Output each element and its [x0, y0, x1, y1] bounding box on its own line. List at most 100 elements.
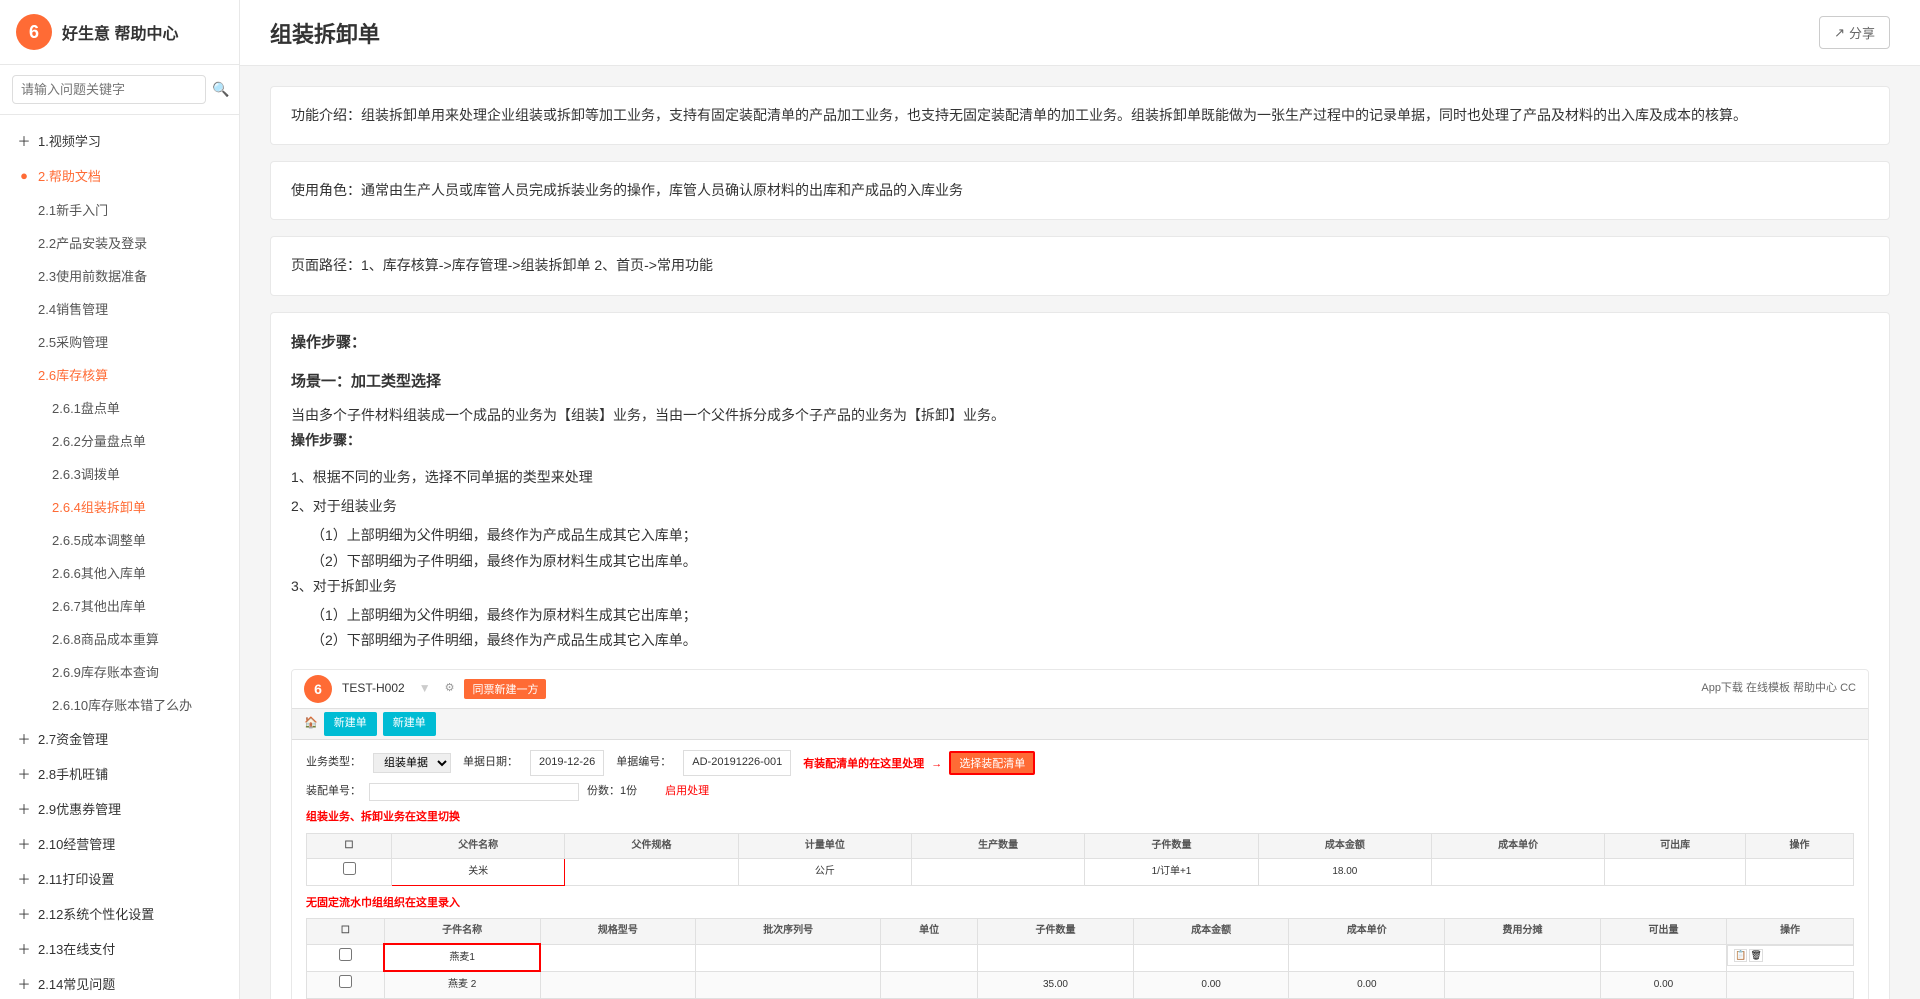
sidebar-item-goodscost[interactable]: 2.6.8商品成本重算 — [0, 622, 239, 655]
tab-new2[interactable]: 新建单 — [383, 712, 436, 736]
app-company: TEST-H002 — [342, 678, 405, 700]
expand-icon: ＋ — [16, 801, 32, 817]
search-input[interactable] — [12, 75, 206, 104]
expand-icon: ＋ — [16, 133, 32, 149]
col-cost-amt: 成本金额 — [1258, 834, 1431, 859]
app-topbar-icons: App下载 在线模板 帮助中心 CC — [1701, 679, 1856, 699]
sidebar-item-label: 2.11打印设置 — [38, 869, 114, 888]
share-button[interactable]: ↗ 分享 — [1819, 16, 1890, 49]
page-title: 组装拆卸单 — [270, 17, 380, 49]
cell-avail — [1605, 859, 1746, 886]
role-text: 使用角色：通常由生产人员或库管人员完成拆装业务的操作，库管人员确认原材料的出库和… — [291, 178, 1869, 203]
col-action: 操作 — [1745, 834, 1853, 859]
upper-table: ☐ 父件名称 父件规格 计量单位 生产数量 子件数量 成本金额 成本单价 可出库 — [306, 833, 1854, 886]
lh-spec: 规格型号 — [540, 919, 696, 945]
sidebar-item-docs[interactable]: ● 2.帮助文档 — [0, 158, 239, 193]
cell-sub-qty: 1/订单+1 — [1085, 859, 1258, 886]
sub-label: 装配单号： — [306, 782, 361, 802]
type-select[interactable]: 组装单据 拆卸单据 — [373, 753, 451, 773]
ops-block: 操作步骤： 场景一：加工类型选择 当由多个子件材料组装成一个成品的业务为【组装】… — [270, 312, 1890, 999]
sidebar-item-label: 2.8手机旺铺 — [38, 764, 108, 783]
sidebar-item-label: 1.视频学习 — [38, 131, 101, 150]
sidebar-item-finance[interactable]: ＋ 2.7资金管理 — [0, 721, 239, 756]
sidebar-item-label: 2.12系统个性化设置 — [38, 904, 154, 923]
step3-sub2: （2）下部明细为子件明细，最终作为产成品生成其它入库单。 — [291, 628, 1869, 653]
col-parent-spec: 父件规格 — [565, 834, 738, 859]
upper-table-container: ☐ 父件名称 父件规格 计量单位 生产数量 子件数量 成本金额 成本单价 可出库 — [306, 833, 1854, 886]
lh-op: 操作 — [1727, 919, 1854, 945]
sidebar-item-print[interactable]: ＋ 2.11打印设置 — [0, 861, 239, 896]
lh-batch: 批次序列号 — [696, 919, 881, 945]
intro-text: 功能介绍：组装拆卸单用来处理企业组装或拆卸等加工业务，支持有固定装配清单的产品加… — [291, 103, 1869, 128]
expand-icon: ＋ — [16, 766, 32, 782]
lh-avail: 可出量 — [1600, 919, 1726, 945]
sidebar-item-customize[interactable]: ＋ 2.12系统个性化设置 — [0, 896, 239, 931]
screenshot-preview: 6 TEST-H002 ▼ ⚙ 同票新建一方 App下载 在线模板 帮助中心 C… — [291, 669, 1869, 999]
sidebar-item-assembly[interactable]: 2.6.4组装拆卸单 — [0, 490, 239, 523]
role-block: 使用角色：通常由生产人员或库管人员完成拆装业务的操作，库管人员确认原材料的出库和… — [270, 161, 1890, 220]
scenario-desc: 当由多个子件材料组装成一个成品的业务为【组装】业务，当由一个父件拆分成多个子产品… — [291, 403, 1869, 428]
sidebar-item-partial[interactable]: 2.6.2分量盘点单 — [0, 424, 239, 457]
cell-check[interactable] — [307, 859, 392, 886]
annotation-area1: 有装配清单的在这里处理 → 选择装配清单 — [803, 751, 1035, 775]
search-icon[interactable]: 🔍 — [212, 81, 229, 98]
del-btn[interactable]: 🗑 — [1749, 949, 1762, 962]
new-record-btn[interactable]: 同票新建一方 — [464, 679, 546, 699]
expand-icon: ＋ — [16, 906, 32, 922]
sidebar-item-faq[interactable]: ＋ 2.14常见问题 — [0, 966, 239, 999]
expand-icon: ＋ — [16, 941, 32, 957]
sidebar-item-inventory[interactable]: 2.6库存核算 — [0, 358, 239, 391]
select-bom-btn[interactable]: 选择装配清单 — [949, 751, 1035, 775]
lower-table-container: ☐ 子件名称 规格型号 批次序列号 单位 子件数量 成本金额 成本单价 费用分摊 — [306, 918, 1854, 999]
sidebar-item-mobile[interactable]: ＋ 2.8手机旺铺 — [0, 756, 239, 791]
expand-icon: ＋ — [16, 871, 32, 887]
sidebar-item-otherinbound[interactable]: 2.6.6其他入库单 — [0, 556, 239, 589]
cell-parent-name: 关米 — [392, 859, 565, 886]
sidebar-item-cost[interactable]: 2.6.5成本调整单 — [0, 523, 239, 556]
ops-title: 操作步骤： — [291, 329, 1869, 356]
sidebar-item-video[interactable]: ＋ 1.视频学习 — [0, 123, 239, 158]
copy-btn[interactable]: 📋 — [1734, 949, 1747, 962]
sub-num-input[interactable] — [369, 783, 579, 801]
lh-cost-price: 成本单价 — [1289, 919, 1445, 945]
sidebar-item-transfer[interactable]: 2.6.3调拨单 — [0, 457, 239, 490]
sidebar-item-stockerror[interactable]: 2.6.10库存账本错了么办 — [0, 688, 239, 721]
sidebar-item-prepare[interactable]: 2.3使用前数据准备 — [0, 259, 239, 292]
expand-icon: ＋ — [16, 731, 32, 747]
tab-new1[interactable]: 新建单 — [324, 712, 377, 736]
annotation2-text: 启用处理 — [665, 782, 709, 802]
num2-label: 份数：1份 — [587, 782, 637, 802]
step2-sub2: （2）下部明细为子件明细，最终作为原材料生成其它出库单。 — [291, 549, 1869, 574]
lh-unit: 单位 — [881, 919, 978, 945]
sidebar-item-coupon[interactable]: ＋ 2.9优惠券管理 — [0, 791, 239, 826]
sidebar-item-label: 2.7资金管理 — [38, 729, 108, 748]
type-label: 业务类型： — [306, 753, 361, 773]
app-topbar: 6 TEST-H002 ▼ ⚙ 同票新建一方 App下载 在线模板 帮助中心 C… — [292, 670, 1868, 709]
sidebar-item-stockcheck[interactable]: 2.6.9库存账本查询 — [0, 655, 239, 688]
lh-sub-qty: 子件数量 — [978, 919, 1134, 945]
sidebar-item-stocktake[interactable]: 2.6.1盘点单 — [0, 391, 239, 424]
app-tabs: 🏠 新建单 新建单 — [292, 709, 1868, 740]
sidebar-item-otheroutbound[interactable]: 2.6.7其他出库单 — [0, 589, 239, 622]
lh-check: ☐ — [307, 919, 385, 945]
lower-row1: 燕麦1 📋🗑 — [307, 944, 1854, 971]
share-label: 分享 — [1849, 23, 1875, 42]
table-row: 关米 公斤 1/订单+1 18.00 — [307, 859, 1854, 886]
sidebar-item-payment[interactable]: ＋ 2.13在线支付 — [0, 931, 239, 966]
cell-cost-price — [1432, 859, 1605, 886]
sidebar-item-label: 2.14常见问题 — [38, 974, 115, 993]
sidebar: 6 好生意 帮助中心 🔍 ＋ 1.视频学习 ● 2.帮助文档 2.1新手入门 2… — [0, 0, 240, 999]
nav-list: ＋ 1.视频学习 ● 2.帮助文档 2.1新手入门 2.2产品安装及登录 2.3… — [0, 115, 239, 999]
annotation4-text: 无固定流水巾组组织在这里录入 — [306, 897, 460, 909]
col-cost-price: 成本单价 — [1432, 834, 1605, 859]
sidebar-item-operation[interactable]: ＋ 2.10经营管理 — [0, 826, 239, 861]
form-row1: 业务类型： 组装单据 拆卸单据 单据日期： 2019-12-26 单据编号： A… — [306, 750, 1854, 776]
sidebar-item-purchase[interactable]: 2.5采购管理 — [0, 325, 239, 358]
sidebar-item-sales[interactable]: 2.4销售管理 — [0, 292, 239, 325]
search-box: 🔍 — [0, 65, 239, 115]
cell-op — [1745, 859, 1853, 886]
main-content: 组装拆卸单 ↗ 分享 功能介绍：组装拆卸单用来处理企业组装或拆卸等加工业务，支持… — [240, 0, 1920, 999]
step1: 1、根据不同的业务，选择不同单据的类型来处理 — [291, 465, 1869, 490]
sidebar-item-newbie[interactable]: 2.1新手入门 — [0, 193, 239, 226]
sidebar-item-install[interactable]: 2.2产品安装及登录 — [0, 226, 239, 259]
